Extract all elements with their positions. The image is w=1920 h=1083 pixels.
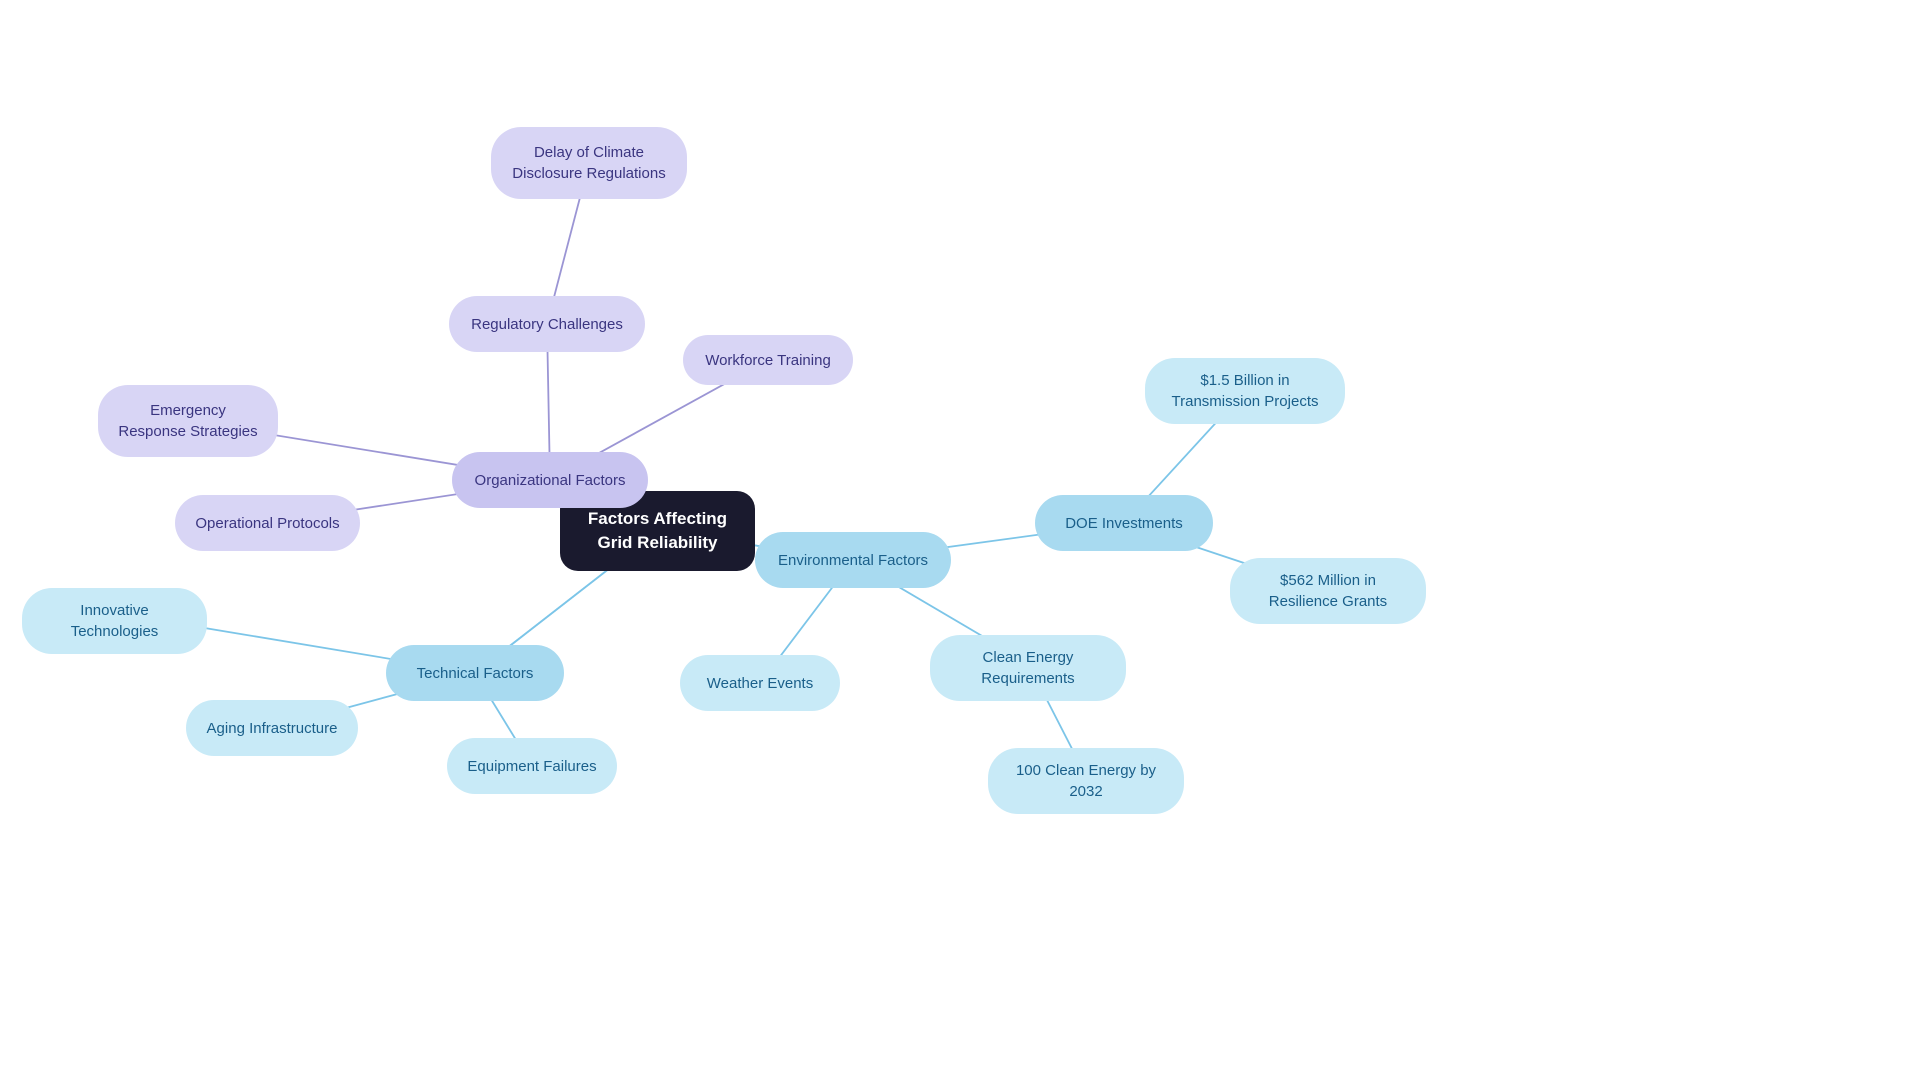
node-workforce[interactable]: Workforce Training <box>683 335 853 385</box>
node-climate[interactable]: Delay of Climate Disclosure Regulations <box>491 127 687 199</box>
node-clean2032[interactable]: 100 Clean Energy by 2032 <box>988 748 1184 814</box>
node-equipment[interactable]: Equipment Failures <box>447 738 617 794</box>
node-aging[interactable]: Aging Infrastructure <box>186 700 358 756</box>
node-emergency[interactable]: Emergency Response Strategies <box>98 385 278 457</box>
node-innovative[interactable]: Innovative Technologies <box>22 588 207 654</box>
node-env[interactable]: Environmental Factors <box>755 532 951 588</box>
node-operational[interactable]: Operational Protocols <box>175 495 360 551</box>
node-transmission[interactable]: $1.5 Billion in Transmission Projects <box>1145 358 1345 424</box>
node-cleanreq[interactable]: Clean Energy Requirements <box>930 635 1126 701</box>
node-doe[interactable]: DOE Investments <box>1035 495 1213 551</box>
node-org[interactable]: Organizational Factors <box>452 452 648 508</box>
node-tech[interactable]: Technical Factors <box>386 645 564 701</box>
mind-map: Factors Affecting Grid ReliabilityOrgani… <box>0 0 1920 1083</box>
node-reg[interactable]: Regulatory Challenges <box>449 296 645 352</box>
node-weather[interactable]: Weather Events <box>680 655 840 711</box>
node-resilience[interactable]: $562 Million in Resilience Grants <box>1230 558 1426 624</box>
